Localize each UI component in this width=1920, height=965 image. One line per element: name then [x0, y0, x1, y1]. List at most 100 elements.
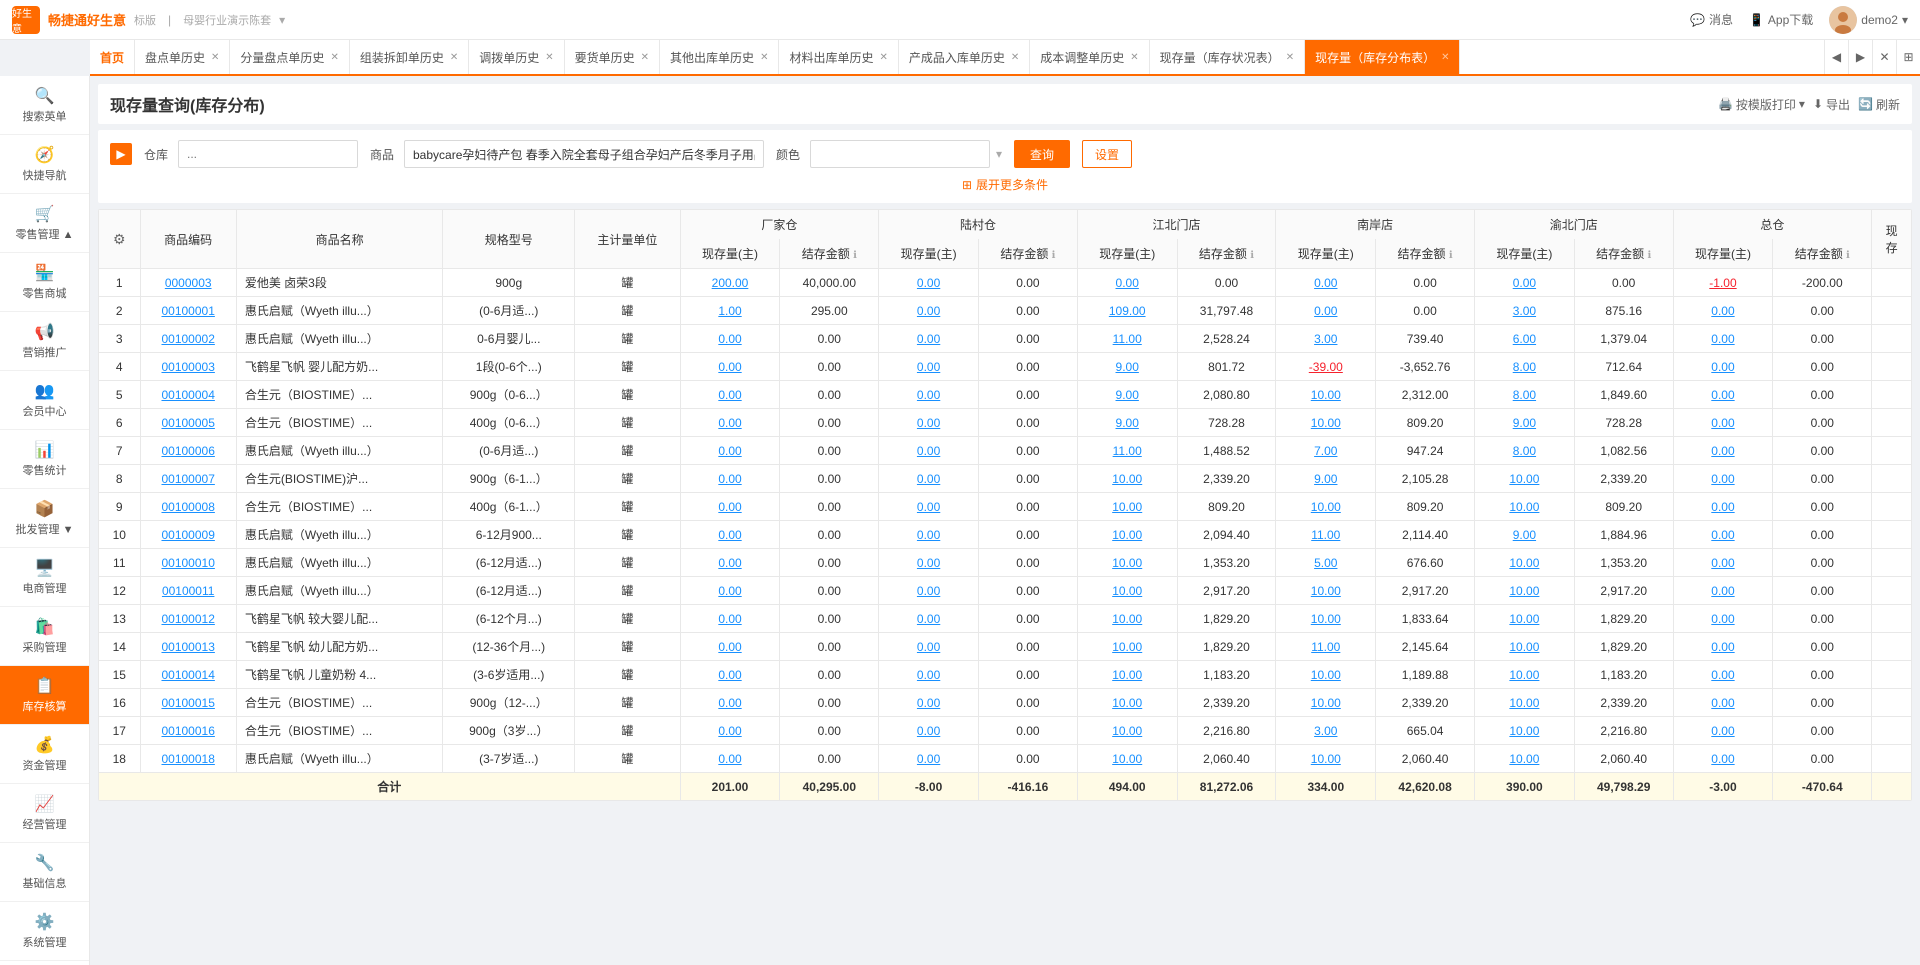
close-icon[interactable]: ✕: [1130, 52, 1138, 63]
row-code[interactable]: 00100006: [140, 437, 236, 465]
sidebar-item-retail-stats[interactable]: 📊 零售统计: [0, 430, 89, 489]
tab-prev-btn[interactable]: ◀: [1824, 40, 1848, 75]
row-jb-qty[interactable]: 10.00: [1077, 465, 1177, 493]
sidebar-item-finance[interactable]: 💰 资金管理: [0, 725, 89, 784]
tab-material-out[interactable]: 材料出库单历史 ✕: [779, 40, 898, 75]
row-lc-qty[interactable]: 0.00: [879, 381, 979, 409]
row-lc-qty[interactable]: 0.00: [879, 605, 979, 633]
row-lc-qty[interactable]: 0.00: [879, 633, 979, 661]
row-na-qty[interactable]: 10.00: [1276, 493, 1376, 521]
row-na-qty[interactable]: 11.00: [1276, 521, 1376, 549]
row-jb-qty[interactable]: 10.00: [1077, 493, 1177, 521]
row-total-qty[interactable]: 0.00: [1673, 465, 1773, 493]
row-yb-qty[interactable]: 10.00: [1474, 493, 1574, 521]
row-lc-qty[interactable]: 0.00: [879, 353, 979, 381]
row-yb-qty[interactable]: 10.00: [1474, 549, 1574, 577]
row-jb-qty[interactable]: 109.00: [1077, 297, 1177, 325]
row-code[interactable]: 00100005: [140, 409, 236, 437]
row-na-qty[interactable]: 9.00: [1276, 465, 1376, 493]
row-code[interactable]: 00100001: [140, 297, 236, 325]
row-code[interactable]: 00100013: [140, 633, 236, 661]
row-total-qty[interactable]: 0.00: [1673, 717, 1773, 745]
row-yb-qty[interactable]: 10.00: [1474, 605, 1574, 633]
tab-next-btn[interactable]: ▶: [1848, 40, 1872, 75]
row-lc-qty[interactable]: 0.00: [879, 521, 979, 549]
row-yb-qty[interactable]: 10.00: [1474, 717, 1574, 745]
close-icon[interactable]: ✕: [450, 52, 458, 63]
row-lc-qty[interactable]: 0.00: [879, 493, 979, 521]
row-jb-qty[interactable]: 10.00: [1077, 633, 1177, 661]
close-icon[interactable]: ✕: [879, 52, 887, 63]
search-button[interactable]: 查询: [1014, 140, 1070, 168]
sidebar-item-ecommerce[interactable]: 🖥️ 电商管理: [0, 548, 89, 607]
row-total-qty[interactable]: 0.00: [1673, 577, 1773, 605]
export-btn[interactable]: ⬇ 导出: [1813, 96, 1850, 113]
row-jb-qty[interactable]: 9.00: [1077, 381, 1177, 409]
row-yb-qty[interactable]: 10.00: [1474, 745, 1574, 773]
tab-inventory-list[interactable]: 盘点单历史 ✕: [135, 40, 230, 75]
row-yb-qty[interactable]: 9.00: [1474, 409, 1574, 437]
close-icon[interactable]: ✕: [211, 52, 219, 63]
row-code[interactable]: 00100009: [140, 521, 236, 549]
row-na-qty[interactable]: 7.00: [1276, 437, 1376, 465]
row-fj-qty[interactable]: 0.00: [680, 633, 780, 661]
goods-input[interactable]: [404, 140, 764, 168]
close-icon[interactable]: ✕: [1011, 52, 1019, 63]
warehouse-input[interactable]: [178, 140, 358, 168]
row-yb-qty[interactable]: 8.00: [1474, 381, 1574, 409]
row-total-qty[interactable]: 0.00: [1673, 409, 1773, 437]
row-code[interactable]: 00100015: [140, 689, 236, 717]
row-fj-qty[interactable]: 0.00: [680, 437, 780, 465]
row-lc-qty[interactable]: 0.00: [879, 717, 979, 745]
sidebar-item-marketing[interactable]: 📢 营销推广: [0, 312, 89, 371]
sidebar-item-enterprise[interactable]: 🏢 企业协同: [0, 961, 89, 965]
row-total-qty[interactable]: 0.00: [1673, 745, 1773, 773]
row-jb-qty[interactable]: 11.00: [1077, 325, 1177, 353]
row-na-qty[interactable]: 10.00: [1276, 381, 1376, 409]
sidebar-item-search[interactable]: 🔍 搜索英单: [0, 76, 89, 135]
sidebar-item-system[interactable]: ⚙️ 系统管理: [0, 902, 89, 961]
row-na-qty[interactable]: 3.00: [1276, 717, 1376, 745]
row-total-qty[interactable]: 0.00: [1673, 689, 1773, 717]
row-total-qty[interactable]: 0.00: [1673, 437, 1773, 465]
color-arrow[interactable]: ▾: [996, 147, 1002, 161]
row-code[interactable]: 00100002: [140, 325, 236, 353]
print-btn[interactable]: 🖨️ 按模版打印 ▾: [1718, 96, 1805, 113]
close-icon[interactable]: ✕: [760, 52, 768, 63]
row-fj-qty[interactable]: 0.00: [680, 325, 780, 353]
row-yb-qty[interactable]: 3.00: [1474, 297, 1574, 325]
row-na-qty[interactable]: -39.00: [1276, 353, 1376, 381]
gear-icon[interactable]: ⚙: [113, 231, 126, 247]
row-total-qty[interactable]: 0.00: [1673, 521, 1773, 549]
row-code[interactable]: 00100004: [140, 381, 236, 409]
row-na-qty[interactable]: 0.00: [1276, 297, 1376, 325]
close-icon[interactable]: ✕: [641, 52, 649, 63]
row-na-qty[interactable]: 10.00: [1276, 577, 1376, 605]
expand-conditions-btn[interactable]: ⊞ 展开更多条件: [962, 176, 1048, 193]
row-yb-qty[interactable]: 8.00: [1474, 353, 1574, 381]
tab-inventory-dist[interactable]: 现存量（库存分布表）✕: [1305, 40, 1460, 75]
row-lc-qty[interactable]: 0.00: [879, 661, 979, 689]
row-lc-qty[interactable]: 0.00: [879, 465, 979, 493]
row-jb-qty[interactable]: 9.00: [1077, 409, 1177, 437]
row-jb-qty[interactable]: 10.00: [1077, 689, 1177, 717]
row-jb-qty[interactable]: 9.00: [1077, 353, 1177, 381]
row-code[interactable]: 00100018: [140, 745, 236, 773]
row-yb-qty[interactable]: 10.00: [1474, 689, 1574, 717]
row-code[interactable]: 00100007: [140, 465, 236, 493]
row-lc-qty[interactable]: 0.00: [879, 325, 979, 353]
row-jb-qty[interactable]: 10.00: [1077, 745, 1177, 773]
row-lc-qty[interactable]: 0.00: [879, 297, 979, 325]
row-code[interactable]: 00100011: [140, 577, 236, 605]
row-na-qty[interactable]: 5.00: [1276, 549, 1376, 577]
row-total-qty[interactable]: 0.00: [1673, 493, 1773, 521]
tab-product-in[interactable]: 产成品入库单历史 ✕: [899, 40, 1030, 75]
row-yb-qty[interactable]: 10.00: [1474, 661, 1574, 689]
row-fj-qty[interactable]: 1.00: [680, 297, 780, 325]
row-jb-qty[interactable]: 0.00: [1077, 269, 1177, 297]
row-lc-qty[interactable]: 0.00: [879, 269, 979, 297]
row-yb-qty[interactable]: 9.00: [1474, 521, 1574, 549]
row-lc-qty[interactable]: 0.00: [879, 745, 979, 773]
row-na-qty[interactable]: 11.00: [1276, 633, 1376, 661]
row-jb-qty[interactable]: 10.00: [1077, 577, 1177, 605]
